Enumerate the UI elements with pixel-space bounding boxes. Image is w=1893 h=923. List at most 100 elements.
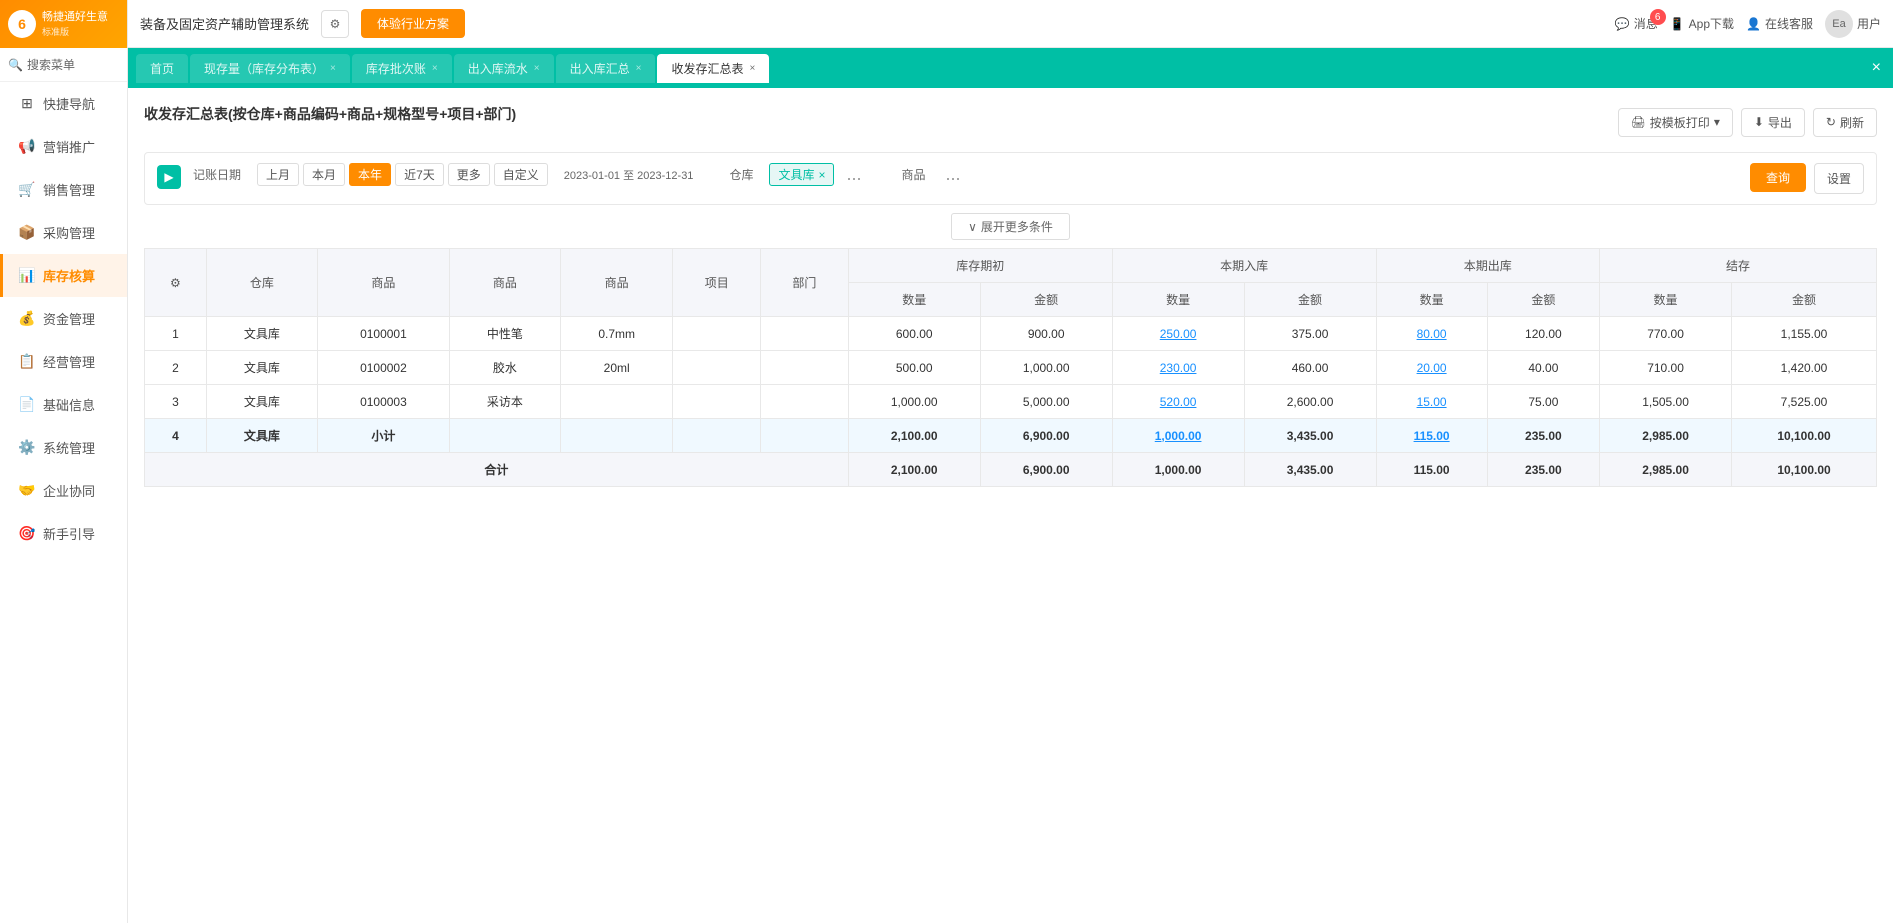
sidebar-item-inventory[interactable]: 📊 库存核算 <box>0 254 127 297</box>
total-label: 合计 <box>145 453 849 487</box>
online-service-action[interactable]: 👤 在线客服 <box>1746 15 1813 32</box>
tab-inout-summary[interactable]: 出入库汇总 × <box>556 54 656 83</box>
total-out-qty: 115.00 <box>1376 453 1487 487</box>
th-end-qty: 数量 <box>1600 283 1732 317</box>
cell-begin-amt: 900.00 <box>980 317 1112 351</box>
cell-name: 胶水 <box>449 351 560 385</box>
cell-warehouse: 文具库 <box>206 351 317 385</box>
sidebar-item-guide[interactable]: 🎯 新手引导 <box>0 512 127 555</box>
operations-icon: 📋 <box>19 354 35 370</box>
cell-code: 0100003 <box>317 385 449 419</box>
cell-out-qty[interactable]: 80.00 <box>1376 317 1487 351</box>
table-body: 1 文具库 0100001 中性笔 0.7mm 600.00 900.00 25… <box>145 317 1877 453</box>
sidebar-item-finance[interactable]: 💰 资金管理 <box>0 297 127 340</box>
date-btn-more[interactable]: 更多 <box>448 163 490 186</box>
sidebar-item-corp[interactable]: 🤝 企业协同 <box>0 469 127 512</box>
cell-in-qty[interactable]: 520.00 <box>1112 385 1244 419</box>
tab-inout-flow[interactable]: 出入库流水 × <box>454 54 554 83</box>
date-buttons: 上月 本月 本年 近7天 更多 自定义 <box>257 163 548 186</box>
expand-button[interactable]: ∨ 展开更多条件 <box>951 213 1070 240</box>
config-button[interactable]: ⚙ <box>321 10 349 38</box>
top-header: 装备及固定资产辅助管理系统 ⚙ 体验行业方案 💬 消息 6 📱 App下载 👤 … <box>128 0 1893 48</box>
th-in-amt: 金额 <box>1244 283 1376 317</box>
query-button[interactable]: 查询 <box>1750 163 1806 192</box>
table-container: ⚙ 仓库 商品 商品 商品 项目 部门 库存期初 本期入库 本期出库 结存 <box>144 248 1877 487</box>
cell-in-qty[interactable]: 250.00 <box>1112 317 1244 351</box>
tab-close-collect-summary[interactable]: × <box>749 63 755 74</box>
tab-close-batch[interactable]: × <box>432 63 438 74</box>
sub-end-amt: 10,100.00 <box>1732 419 1877 453</box>
cell-spec: 20ml <box>560 351 672 385</box>
cell-project <box>673 317 761 351</box>
tab-bar-close[interactable]: × <box>1868 55 1885 81</box>
refresh-button[interactable]: ↻ 刷新 <box>1813 108 1877 137</box>
total-end-qty: 2,985.00 <box>1600 453 1732 487</box>
cell-no: 3 <box>145 385 207 419</box>
cell-out-amt: 40.00 <box>1487 351 1599 385</box>
content-area: 收发存汇总表(按仓库+商品编码+商品+规格型号+项目+部门) 🖨 按模板打印 ▾… <box>128 88 1893 923</box>
sub-out-amt: 235.00 <box>1487 419 1599 453</box>
message-action[interactable]: 💬 消息 6 <box>1615 15 1658 32</box>
message-icon: 💬 <box>1615 17 1630 31</box>
cell-project <box>673 385 761 419</box>
sidebar-item-marketing[interactable]: 📢 营销推广 <box>0 125 127 168</box>
filter-toggle[interactable]: ▶ <box>157 165 181 189</box>
total-begin-qty: 2,100.00 <box>848 453 980 487</box>
message-badge: 6 <box>1650 9 1666 25</box>
trial-button[interactable]: 体验行业方案 <box>361 9 465 38</box>
sidebar-item-sales[interactable]: 🛒 销售管理 <box>0 168 127 211</box>
cell-code: 0100002 <box>317 351 449 385</box>
sidebar-item-operations[interactable]: 📋 经营管理 <box>0 340 127 383</box>
tab-collect-summary[interactable]: 收发存汇总表 × <box>657 54 769 83</box>
user-action[interactable]: Ea 用户 <box>1825 10 1881 38</box>
sub-in-qty[interactable]: 1,000.00 <box>1112 419 1244 453</box>
tab-home[interactable]: 首页 <box>136 54 188 83</box>
tab-batch[interactable]: 库存批次账 × <box>352 54 452 83</box>
expand-row: ∨ 展开更多条件 <box>144 213 1877 240</box>
system-title: 装备及固定资产辅助管理系统 <box>140 14 309 33</box>
cell-name: 中性笔 <box>449 317 560 351</box>
date-btn-this-year[interactable]: 本年 <box>349 163 391 186</box>
warehouse-more[interactable]: ... <box>842 164 865 185</box>
product-more[interactable]: ... <box>942 164 965 185</box>
app-download-action[interactable]: 📱 App下载 <box>1670 15 1734 32</box>
date-btn-custom[interactable]: 自定义 <box>494 163 548 186</box>
date-btn-7days[interactable]: 近7天 <box>395 163 444 186</box>
date-btn-this-month[interactable]: 本月 <box>303 163 345 186</box>
tab-close-inout-summary[interactable]: × <box>636 63 642 74</box>
corp-icon: 🤝 <box>19 483 35 499</box>
quick-nav-icon: ⊞ <box>19 96 35 112</box>
search-menu[interactable]: 🔍 搜索菜单 <box>0 48 127 82</box>
sidebar-item-purchase[interactable]: 📦 采购管理 <box>0 211 127 254</box>
cell-dept <box>761 351 849 385</box>
total-in-qty: 1,000.00 <box>1112 453 1244 487</box>
warehouse-tag[interactable]: 文具库 × <box>769 163 834 186</box>
th-dept: 部门 <box>761 249 849 317</box>
th-in: 本期入库 <box>1112 249 1376 283</box>
cell-begin-qty: 1,000.00 <box>848 385 980 419</box>
date-btn-prev-month[interactable]: 上月 <box>257 163 299 186</box>
tab-close-stock-dist[interactable]: × <box>330 63 336 74</box>
cell-out-qty[interactable]: 20.00 <box>1376 351 1487 385</box>
tab-stock-dist[interactable]: 现存量（库存分布表） × <box>190 54 350 83</box>
cell-end-qty: 770.00 <box>1600 317 1732 351</box>
sidebar-item-system[interactable]: ⚙️ 系统管理 <box>0 426 127 469</box>
sidebar-item-quick-nav[interactable]: ⊞ 快捷导航 <box>0 82 127 125</box>
total-begin-amt: 6,900.00 <box>980 453 1112 487</box>
tag-close-icon[interactable]: × <box>818 168 825 182</box>
export-button[interactable]: ⬇ 导出 <box>1741 108 1805 137</box>
logo-text: 畅捷通好生意 <box>42 10 108 24</box>
cell-out-qty[interactable]: 15.00 <box>1376 385 1487 419</box>
data-table: ⚙ 仓库 商品 商品 商品 项目 部门 库存期初 本期入库 本期出库 结存 <box>144 248 1877 487</box>
cell-in-qty[interactable]: 230.00 <box>1112 351 1244 385</box>
export-icon: ⬇ <box>1754 115 1764 129</box>
cell-end-amt: 7,525.00 <box>1732 385 1877 419</box>
refresh-icon: ↻ <box>1826 115 1836 129</box>
settings-button[interactable]: 设置 <box>1814 163 1864 194</box>
sidebar-item-base-info[interactable]: 📄 基础信息 <box>0 383 127 426</box>
print-button[interactable]: 🖨 按模板打印 ▾ <box>1618 108 1733 137</box>
cell-in-amt: 375.00 <box>1244 317 1376 351</box>
cell-begin-amt: 5,000.00 <box>980 385 1112 419</box>
tab-close-inout-flow[interactable]: × <box>534 63 540 74</box>
sub-out-qty[interactable]: 115.00 <box>1376 419 1487 453</box>
